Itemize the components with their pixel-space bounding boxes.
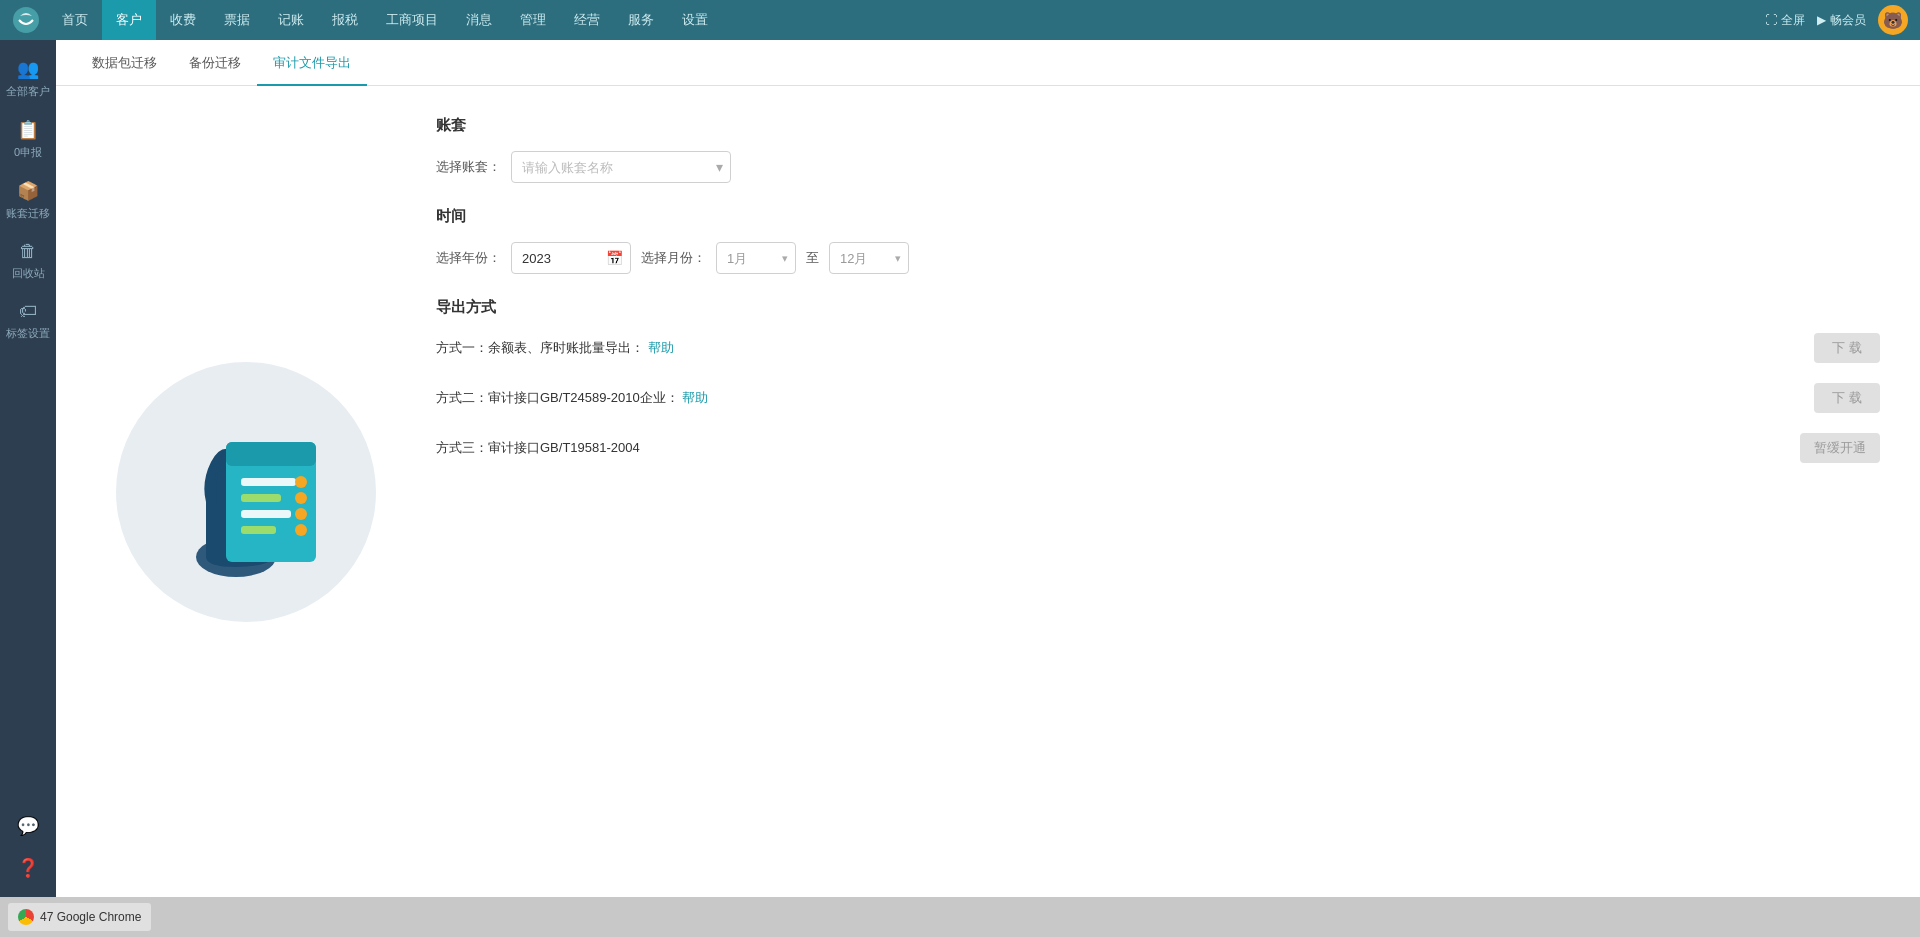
help-icon[interactable]: ❓	[11, 851, 45, 885]
month-to-select[interactable]: 1月2月3月4月 5月6月7月8月 9月10月11月 12月	[829, 242, 909, 274]
avatar[interactable]: 🐻	[1878, 5, 1908, 35]
sidebar-item-all-clients[interactable]: 👥 全部客户	[0, 48, 56, 109]
taskbar: 47 Google Chrome	[0, 897, 1920, 937]
tab-backup-migrate[interactable]: 备份迁移	[173, 42, 257, 86]
form-area: 账套 选择账套： ▾ 时间 选择年份： 📅 选择月份：	[396, 116, 1880, 867]
svg-rect-6	[241, 510, 291, 518]
illustration-area	[96, 116, 396, 867]
method1-help-link[interactable]: 帮助	[648, 340, 674, 355]
sidebar-item-label-tag: 标签设置	[6, 326, 50, 341]
svg-rect-3	[226, 442, 316, 466]
time-separator: 至	[806, 249, 819, 267]
page-content: 账套 选择账套： ▾ 时间 选择年份： 📅 选择月份：	[56, 86, 1920, 897]
svg-point-8	[295, 476, 307, 488]
sidebar-item-account-migrate[interactable]: 📦 账套迁移	[0, 170, 56, 231]
fullscreen-btn[interactable]: ⛶ 全屏	[1765, 12, 1805, 29]
zero-declare-icon: 📋	[17, 119, 39, 141]
method2-download-btn[interactable]: 下 载	[1814, 383, 1880, 413]
tag-icon: 🏷	[19, 301, 37, 322]
vip-btn[interactable]: ▶ 畅会员	[1817, 12, 1866, 29]
method2-text: 方式二：审计接口GB/T24589-2010企业： 帮助	[436, 389, 1798, 407]
illustration-circle	[116, 362, 376, 622]
sidebar-item-label-migrate: 账套迁移	[6, 206, 50, 221]
nav-message[interactable]: 消息	[452, 0, 506, 40]
sidebar-item-label-zero: 0申报	[14, 145, 42, 160]
sidebar-item-label-clients: 全部客户	[6, 84, 50, 99]
nav-operate[interactable]: 经营	[560, 0, 614, 40]
top-nav-right: ⛶ 全屏 ▶ 畅会员 🐻	[1765, 5, 1908, 35]
chrome-icon	[18, 909, 34, 925]
month-from-wrapper: 1月2月3月4月 5月6月7月8月 9月10月11月12月	[716, 242, 796, 274]
sidebar-item-zero-declare[interactable]: 📋 0申报	[0, 109, 56, 170]
sidebar-item-recycle[interactable]: 🗑 回收站	[0, 231, 56, 291]
accounts-label: 选择账套：	[436, 158, 501, 176]
sidebar-item-tag-settings[interactable]: 🏷 标签设置	[0, 291, 56, 351]
method3-text: 方式三：审计接口GB/T19581-2004	[436, 439, 1784, 457]
method2-help-link[interactable]: 帮助	[682, 390, 708, 405]
accounts-input[interactable]	[511, 151, 731, 183]
tab-data-migrate[interactable]: 数据包迁移	[76, 42, 173, 86]
main-layout: 👥 全部客户 📋 0申报 📦 账套迁移 🗑 回收站 🏷 标签设置 💬 ❓ 数据包…	[0, 40, 1920, 897]
time-section-title: 时间	[436, 207, 1880, 226]
nav-business[interactable]: 工商项目	[372, 0, 452, 40]
sidebar: 👥 全部客户 📋 0申报 📦 账套迁移 🗑 回收站 🏷 标签设置 💬 ❓	[0, 40, 56, 897]
month-label: 选择月份：	[641, 249, 706, 267]
chat-icon[interactable]: 💬	[11, 809, 45, 843]
sidebar-bottom: 💬 ❓	[11, 809, 45, 885]
nav-fee[interactable]: 收费	[156, 0, 210, 40]
time-row: 选择年份： 📅 选择月份： 1月2月3月4月 5月6月7月8月 9月10月11月…	[436, 242, 1880, 274]
svg-point-9	[295, 492, 307, 504]
export-method-2: 方式二：审计接口GB/T24589-2010企业： 帮助 下 载	[436, 383, 1880, 413]
svg-point-11	[295, 524, 307, 536]
vip-label: 畅会员	[1830, 12, 1866, 29]
nav-invoice[interactable]: 票据	[210, 0, 264, 40]
tabs-bar: 数据包迁移 备份迁移 审计文件导出	[56, 40, 1920, 86]
fullscreen-icon: ⛶	[1765, 13, 1777, 27]
year-input[interactable]	[511, 242, 631, 274]
clients-icon: 👥	[17, 58, 39, 80]
nav-tax[interactable]: 报税	[318, 0, 372, 40]
vip-icon: ▶	[1817, 13, 1826, 27]
svg-rect-5	[241, 494, 281, 502]
nav-items: 首页 客户 收费 票据 记账 报税 工商项目 消息 管理 经营 服务 设置	[48, 0, 1765, 40]
accounts-input-wrapper: ▾	[511, 151, 731, 183]
method1-text: 方式一：余额表、序时账批量导出： 帮助	[436, 339, 1798, 357]
top-nav: 首页 客户 收费 票据 记账 报税 工商项目 消息 管理 经营 服务 设置 ⛶ …	[0, 0, 1920, 40]
nav-bookkeeping[interactable]: 记账	[264, 0, 318, 40]
svg-point-0	[13, 7, 39, 33]
content-area: 数据包迁移 备份迁移 审计文件导出	[56, 40, 1920, 897]
svg-rect-7	[241, 526, 276, 534]
method3-vip-btn[interactable]: 暂缓开通	[1800, 433, 1880, 463]
nav-settings[interactable]: 设置	[668, 0, 722, 40]
svg-rect-4	[241, 478, 296, 486]
nav-service[interactable]: 服务	[614, 0, 668, 40]
tab-audit-export[interactable]: 审计文件导出	[257, 42, 367, 86]
accounts-row: 选择账套： ▾	[436, 151, 1880, 183]
month-from-select[interactable]: 1月2月3月4月 5月6月7月8月 9月10月11月12月	[716, 242, 796, 274]
taskbar-chrome-label: 47 Google Chrome	[40, 910, 141, 924]
export-section-title: 导出方式	[436, 298, 1880, 317]
year-input-wrapper: 📅	[511, 242, 631, 274]
nav-manage[interactable]: 管理	[506, 0, 560, 40]
logo[interactable]	[8, 2, 44, 38]
year-label: 选择年份：	[436, 249, 501, 267]
fullscreen-label: 全屏	[1781, 12, 1805, 29]
sidebar-item-label-recycle: 回收站	[12, 266, 45, 281]
export-method-3: 方式三：审计接口GB/T19581-2004 暂缓开通	[436, 433, 1880, 463]
taskbar-chrome[interactable]: 47 Google Chrome	[8, 903, 151, 931]
accounts-section-title: 账套	[436, 116, 1880, 135]
svg-point-10	[295, 508, 307, 520]
method1-download-btn[interactable]: 下 载	[1814, 333, 1880, 363]
nav-home[interactable]: 首页	[48, 0, 102, 40]
export-method-1: 方式一：余额表、序时账批量导出： 帮助 下 载	[436, 333, 1880, 363]
migrate-icon: 📦	[17, 180, 39, 202]
month-to-wrapper: 1月2月3月4月 5月6月7月8月 9月10月11月 12月	[829, 242, 909, 274]
nav-customer[interactable]: 客户	[102, 0, 156, 40]
recycle-icon: 🗑	[19, 241, 37, 262]
